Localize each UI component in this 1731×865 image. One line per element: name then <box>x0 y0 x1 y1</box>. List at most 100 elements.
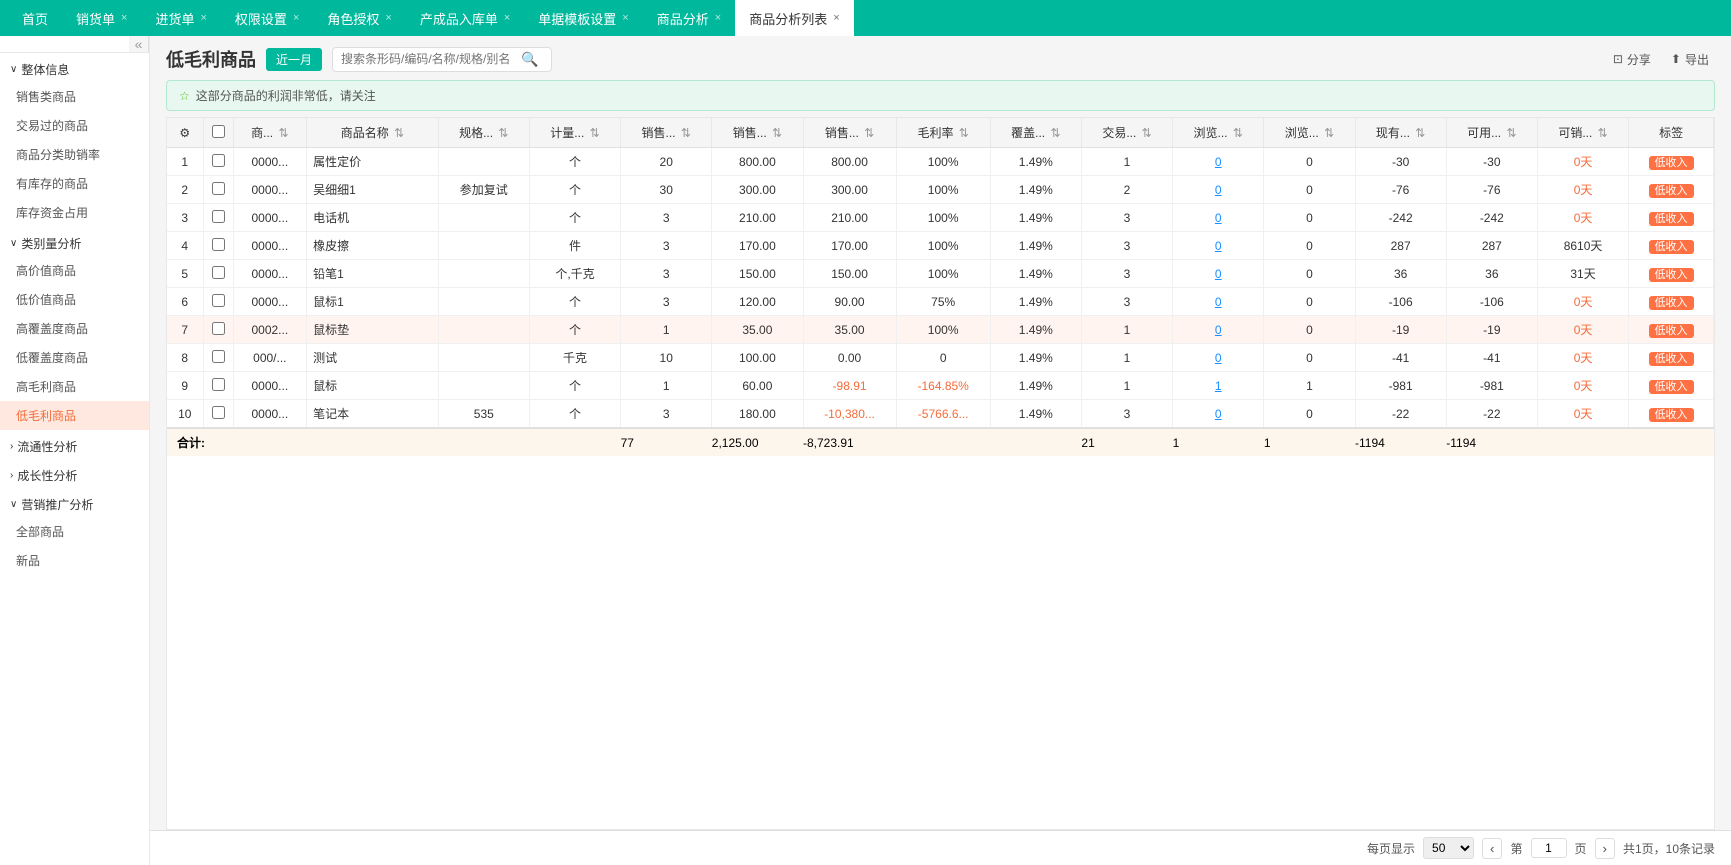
cell-views1[interactable]: 1 <box>1173 372 1264 400</box>
date-filter-button[interactable]: 近一月 <box>266 48 322 71</box>
col-code[interactable]: 商... ⇅ <box>233 118 307 148</box>
cell-tag: 低收入 <box>1629 316 1714 344</box>
sidebar-item-high-margin[interactable]: 高毛利商品 <box>0 372 149 401</box>
sidebar-item-low-value[interactable]: 低价值商品 <box>0 285 149 314</box>
cell-checkbox[interactable] <box>203 372 233 400</box>
cell-views1[interactable]: 0 <box>1173 288 1264 316</box>
cell-checkbox[interactable] <box>203 288 233 316</box>
share-button[interactable]: ⊡ 分享 <box>1607 48 1657 71</box>
col-current-stock[interactable]: 现有... ⇅ <box>1355 118 1446 148</box>
nav-template-settings[interactable]: 单据模板设置 × <box>524 0 642 36</box>
sidebar-item-all-products[interactable]: 全部商品 <box>0 517 149 546</box>
nav-product-storage[interactable]: 产成品入库单 × <box>406 0 524 36</box>
close-icon[interactable]: × <box>622 12 628 24</box>
cell-saleable: 0天 <box>1537 204 1628 232</box>
cell-views1[interactable]: 0 <box>1173 316 1264 344</box>
close-icon[interactable]: × <box>715 12 721 24</box>
col-views2[interactable]: 浏览... ⇅ <box>1264 118 1355 148</box>
cell-views1[interactable]: 0 <box>1173 148 1264 176</box>
cell-checkbox[interactable] <box>203 204 233 232</box>
nav-home[interactable]: 首页 <box>8 0 62 36</box>
sidebar-group-general-header[interactable]: ∨ 整体信息 <box>0 53 149 82</box>
table-row: 5 0000... 铅笔1 个,千克 3 150.00 150.00 100% … <box>167 260 1714 288</box>
cell-checkbox[interactable] <box>203 260 233 288</box>
next-page-button[interactable]: › <box>1595 838 1615 859</box>
col-name[interactable]: 商品名称 ⇅ <box>307 118 439 148</box>
col-settings[interactable]: ⚙ <box>167 118 203 148</box>
data-table: ⚙ 商... ⇅ 商品名称 ⇅ 规格... ⇅ 计量... ⇅ 销售... ⇅ … <box>167 118 1714 456</box>
row-checkbox[interactable] <box>212 182 225 195</box>
row-checkbox[interactable] <box>212 210 225 223</box>
sidebar-item-new-products[interactable]: 新品 <box>0 546 149 575</box>
cell-views1[interactable]: 0 <box>1173 344 1264 372</box>
sidebar-item-low-coverage[interactable]: 低覆盖度商品 <box>0 343 149 372</box>
select-all-checkbox[interactable] <box>212 125 225 138</box>
nav-permissions[interactable]: 权限设置 × <box>221 0 313 36</box>
close-icon[interactable]: × <box>385 12 391 24</box>
sidebar-group-growth-header[interactable]: › 成长性分析 <box>0 459 149 488</box>
cell-checkbox[interactable] <box>203 400 233 429</box>
row-checkbox[interactable] <box>212 266 225 279</box>
search-input[interactable] <box>341 52 521 66</box>
sidebar-item-traded-products[interactable]: 交易过的商品 <box>0 111 149 140</box>
row-checkbox[interactable] <box>212 322 225 335</box>
nav-role-auth[interactable]: 角色授权 × <box>313 0 405 36</box>
cell-checkbox[interactable] <box>203 232 233 260</box>
col-gross-margin[interactable]: 毛利率 ⇅ <box>896 118 990 148</box>
nav-sales-order[interactable]: 销货单 × <box>62 0 141 36</box>
search-icon[interactable]: 🔍 <box>521 51 538 68</box>
cell-gross-margin: 75% <box>896 288 990 316</box>
sidebar-item-inventory-capital[interactable]: 库存资金占用 <box>0 198 149 227</box>
close-icon[interactable]: × <box>293 12 299 24</box>
cell-checkbox[interactable] <box>203 316 233 344</box>
row-checkbox[interactable] <box>212 154 225 167</box>
sidebar-group-marketing-header[interactable]: ∨ 营销推广分析 <box>0 488 149 517</box>
sidebar-item-high-coverage[interactable]: 高覆盖度商品 <box>0 314 149 343</box>
export-button[interactable]: ⬆ 导出 <box>1665 48 1715 71</box>
cell-views1[interactable]: 0 <box>1173 176 1264 204</box>
close-icon[interactable]: × <box>121 12 127 24</box>
sidebar-group-liquidity-header[interactable]: › 流通性分析 <box>0 430 149 459</box>
close-icon[interactable]: × <box>833 12 839 24</box>
col-unit[interactable]: 计量... ⇅ <box>529 118 620 148</box>
page-number-input[interactable] <box>1531 838 1567 858</box>
cell-views1[interactable]: 0 <box>1173 400 1264 429</box>
cell-checkbox[interactable] <box>203 148 233 176</box>
cell-views1[interactable]: 0 <box>1173 232 1264 260</box>
col-coverage[interactable]: 覆盖... ⇅ <box>990 118 1081 148</box>
sidebar-item-stocked-products[interactable]: 有库存的商品 <box>0 169 149 198</box>
row-checkbox[interactable] <box>212 350 225 363</box>
prev-page-button[interactable]: ‹ <box>1482 838 1502 859</box>
cell-name: 吴细细1 <box>307 176 439 204</box>
nav-product-analysis-list[interactable]: 商品分析列表 × <box>735 0 853 36</box>
cell-checkbox[interactable] <box>203 344 233 372</box>
col-saleable[interactable]: 可销... ⇅ <box>1537 118 1628 148</box>
cell-checkbox[interactable] <box>203 176 233 204</box>
col-transactions[interactable]: 交易... ⇅ <box>1081 118 1172 148</box>
sidebar-item-sales-products[interactable]: 销售类商品 <box>0 82 149 111</box>
sidebar-group-category-header[interactable]: ∨ 类别量分析 <box>0 227 149 256</box>
close-icon[interactable]: × <box>504 12 510 24</box>
col-available[interactable]: 可用... ⇅ <box>1446 118 1537 148</box>
row-checkbox[interactable] <box>212 406 225 419</box>
row-checkbox[interactable] <box>212 238 225 251</box>
sidebar-item-low-margin[interactable]: 低毛利商品 <box>0 401 149 430</box>
cell-views1[interactable]: 0 <box>1173 260 1264 288</box>
col-sales-qty[interactable]: 销售... ⇅ <box>621 118 712 148</box>
close-icon[interactable]: × <box>200 12 206 24</box>
sidebar-collapse-button[interactable]: « <box>129 36 149 52</box>
col-views1[interactable]: 浏览... ⇅ <box>1173 118 1264 148</box>
col-sales-amount[interactable]: 销售... ⇅ <box>803 118 896 148</box>
per-page-select[interactable]: 50 100 200 <box>1423 837 1474 859</box>
col-spec[interactable]: 规格... ⇅ <box>438 118 529 148</box>
nav-product-analysis[interactable]: 商品分析 × <box>643 0 735 36</box>
row-checkbox[interactable] <box>212 378 225 391</box>
row-checkbox[interactable] <box>212 294 225 307</box>
cell-views1[interactable]: 0 <box>1173 204 1264 232</box>
col-tag[interactable]: 标签 <box>1629 118 1714 148</box>
sidebar-item-high-value[interactable]: 高价值商品 <box>0 256 149 285</box>
nav-purchase[interactable]: 进货单 × <box>141 0 220 36</box>
sidebar-item-category-sales-rate[interactable]: 商品分类助销率 <box>0 140 149 169</box>
col-sales-price[interactable]: 销售... ⇅ <box>712 118 803 148</box>
col-checkbox[interactable] <box>203 118 233 148</box>
